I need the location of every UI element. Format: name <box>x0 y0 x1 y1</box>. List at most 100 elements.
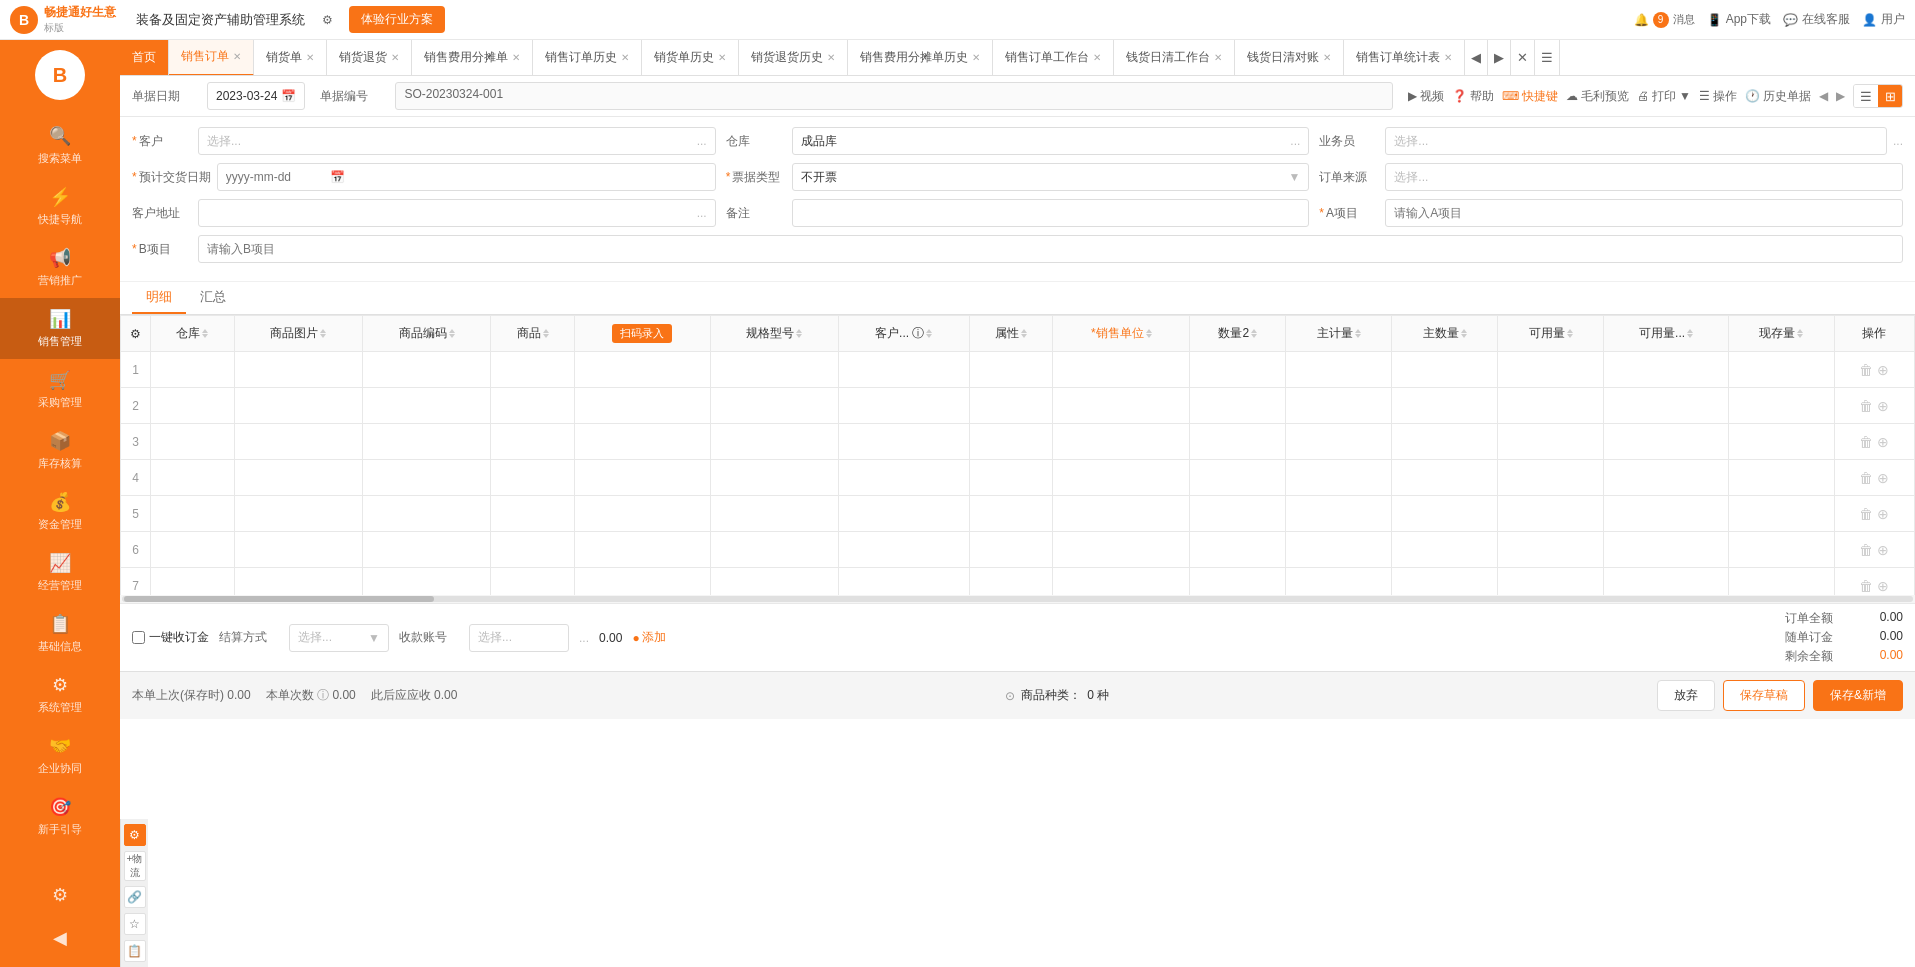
right-panel-link-btn[interactable]: 🔗 <box>124 886 146 908</box>
quick-checkout-checkbox[interactable] <box>132 631 145 644</box>
copy-row-icon[interactable]: ⊕ <box>1877 578 1889 594</box>
tab-return-history[interactable]: 销货退货历史 ✕ <box>739 40 848 76</box>
copy-row-icon[interactable]: ⊕ <box>1877 398 1889 414</box>
th-sku[interactable]: 商品编码 <box>362 316 490 352</box>
receipt-account-select[interactable]: 选择... <box>469 624 569 652</box>
tab-close-order-history[interactable]: ✕ <box>621 52 629 63</box>
settings-gear-icon[interactable]: ⚙ <box>315 8 339 32</box>
tab-close-sales-stats[interactable]: ✕ <box>1444 52 1452 63</box>
tab-home[interactable]: 首页 <box>120 40 169 76</box>
user-btn[interactable]: 👤 用户 <box>1862 11 1905 28</box>
delete-row-icon[interactable]: 🗑 <box>1859 470 1873 486</box>
tab-close-sales-fee[interactable]: ✕ <box>512 52 520 63</box>
tab-fee-history[interactable]: 销售费用分摊单历史 ✕ <box>848 40 993 76</box>
tab-sales-stats[interactable]: 销售订单统计表 ✕ <box>1344 40 1465 76</box>
tab-close-daily-reconcile[interactable]: ✕ <box>1323 52 1331 63</box>
delete-row-icon[interactable]: 🗑 <box>1859 434 1873 450</box>
right-panel-clipboard-btn[interactable]: 📋 <box>124 940 146 962</box>
tab-close-sales-bill[interactable]: ✕ <box>306 52 314 63</box>
sidebar-item-system[interactable]: ⚙ 系统管理 <box>0 664 120 725</box>
copy-row-icon[interactable]: ⊕ <box>1877 434 1889 450</box>
tab-close-daily-workbench[interactable]: ✕ <box>1214 52 1222 63</box>
detail-tab-detail[interactable]: 明细 <box>132 282 186 314</box>
quick-checkout-label[interactable]: 一键收订金 <box>132 629 209 646</box>
tab-close-bill-history[interactable]: ✕ <box>718 52 726 63</box>
address-input[interactable]: ... <box>198 199 716 227</box>
delete-row-icon[interactable]: 🗑 <box>1859 542 1873 558</box>
online-service-btn[interactable]: 💬 在线客服 <box>1783 11 1850 28</box>
order-source-select[interactable]: 选择... <box>1385 163 1903 191</box>
tab-close-order-workbench[interactable]: ✕ <box>1093 52 1101 63</box>
right-panel-star-btn[interactable]: ☆ <box>124 913 146 935</box>
prev-record-btn[interactable]: ◀ <box>1819 89 1828 103</box>
tab-sales-return[interactable]: 销货退货 ✕ <box>327 40 412 76</box>
th-warehouse[interactable]: 仓库 <box>151 316 235 352</box>
th-spec[interactable]: 规格型号 <box>710 316 838 352</box>
delivery-date-textinput[interactable] <box>226 170 326 184</box>
th-attr[interactable]: 属性 <box>969 316 1053 352</box>
delivery-date-input[interactable]: 📅 <box>217 163 716 191</box>
sidebar-item-search[interactable]: 🔍 搜索菜单 <box>0 115 120 176</box>
copy-row-icon[interactable]: ⊕ <box>1877 506 1889 522</box>
operate-btn[interactable]: ☰ 操作 <box>1699 88 1737 105</box>
delete-row-icon[interactable]: 🗑 <box>1859 578 1873 594</box>
th-available[interactable]: 可用量 <box>1498 316 1604 352</box>
customer-select[interactable]: 选择... ... <box>198 127 716 155</box>
tab-sales-order[interactable]: 销售订单 ✕ <box>169 40 254 76</box>
sidebar-item-purchase[interactable]: 🛒 采购管理 <box>0 359 120 420</box>
save-new-btn[interactable]: 保存&新增 <box>1813 680 1903 711</box>
th-main-unit[interactable]: 主计量 <box>1286 316 1392 352</box>
shortcut-btn[interactable]: ⌨ 快捷键 <box>1502 88 1558 105</box>
single-date-field[interactable]: 2023-03-24 📅 <box>207 82 305 110</box>
sidebar-item-sales[interactable]: 📊 销售管理 <box>0 298 120 359</box>
th-current[interactable]: 现存量 <box>1728 316 1834 352</box>
right-panel-logistics-btn[interactable]: +物流 <box>124 851 146 881</box>
discard-btn[interactable]: 放弃 <box>1657 680 1715 711</box>
delete-row-icon[interactable]: 🗑 <box>1859 398 1873 414</box>
sidebar-collapse-btn[interactable]: ◀ <box>45 919 75 957</box>
scan-entry-btn[interactable]: 扫码录入 <box>612 324 672 343</box>
table-scrollbar[interactable] <box>120 595 1915 603</box>
app-download-btn[interactable]: 📱 App下载 <box>1707 11 1771 28</box>
sidebar-item-guide[interactable]: 🎯 新手引导 <box>0 786 120 847</box>
b-project-input[interactable] <box>198 235 1903 263</box>
th-product[interactable]: 商品 <box>491 316 575 352</box>
sidebar-item-inventory[interactable]: 📦 库存核算 <box>0 420 120 481</box>
tab-menu-btn[interactable]: ☰ <box>1535 40 1560 76</box>
save-draft-btn[interactable]: 保存草稿 <box>1723 680 1805 711</box>
right-panel-settings-btn[interactable]: ⚙ <box>124 824 146 846</box>
next-record-btn[interactable]: ▶ <box>1836 89 1845 103</box>
tab-close-return-history[interactable]: ✕ <box>827 52 835 63</box>
payment-method-select[interactable]: 选择... ▼ <box>289 624 389 652</box>
view-video-btn[interactable]: ▶ 视频 <box>1408 88 1444 105</box>
delete-row-icon[interactable]: 🗑 <box>1859 506 1873 522</box>
a-project-input[interactable] <box>1385 199 1903 227</box>
sidebar-item-operation[interactable]: 📈 经营管理 <box>0 542 120 603</box>
help-btn[interactable]: ❓ 帮助 <box>1452 88 1494 105</box>
detail-tab-summary[interactable]: 汇总 <box>186 282 240 314</box>
warehouse-select[interactable]: 成品库 ... <box>792 127 1310 155</box>
sidebar-settings-btn[interactable]: ⚙ <box>44 876 76 914</box>
remark-input[interactable] <box>792 199 1310 227</box>
tab-daily-workbench[interactable]: 钱货日清工作台 ✕ <box>1114 40 1235 76</box>
tab-daily-reconcile[interactable]: 钱货日清对账 ✕ <box>1235 40 1344 76</box>
tab-close-sales-order[interactable]: ✕ <box>233 51 241 62</box>
tab-close-fee-history[interactable]: ✕ <box>972 52 980 63</box>
th-customer-sku[interactable]: 客户... ⓘ <box>838 316 969 352</box>
delete-row-icon[interactable]: 🗑 <box>1859 362 1873 378</box>
tab-prev-btn[interactable]: ◀ <box>1465 40 1488 76</box>
sidebar-item-basic[interactable]: 📋 基础信息 <box>0 603 120 664</box>
copy-row-icon[interactable]: ⊕ <box>1877 542 1889 558</box>
sidebar-item-quicknav[interactable]: ⚡ 快捷导航 <box>0 176 120 237</box>
sidebar-item-cooperation[interactable]: 🤝 企业协同 <box>0 725 120 786</box>
list-view-btn[interactable]: ☰ <box>1854 85 1878 107</box>
sidebar-item-marketing[interactable]: 📢 营销推广 <box>0 237 120 298</box>
industry-btn[interactable]: 体验行业方案 <box>349 6 445 33</box>
tab-order-workbench[interactable]: 销售订单工作台 ✕ <box>993 40 1114 76</box>
card-view-btn[interactable]: ⊞ <box>1878 85 1902 107</box>
th-qty2[interactable]: 数量2 <box>1190 316 1286 352</box>
th-unit[interactable]: *销售单位 <box>1053 316 1190 352</box>
profit-preview-btn[interactable]: ☁ 毛利预览 <box>1566 88 1629 105</box>
print-btn[interactable]: 🖨 打印 ▼ <box>1637 88 1691 105</box>
tab-sales-bill[interactable]: 销货单 ✕ <box>254 40 327 76</box>
